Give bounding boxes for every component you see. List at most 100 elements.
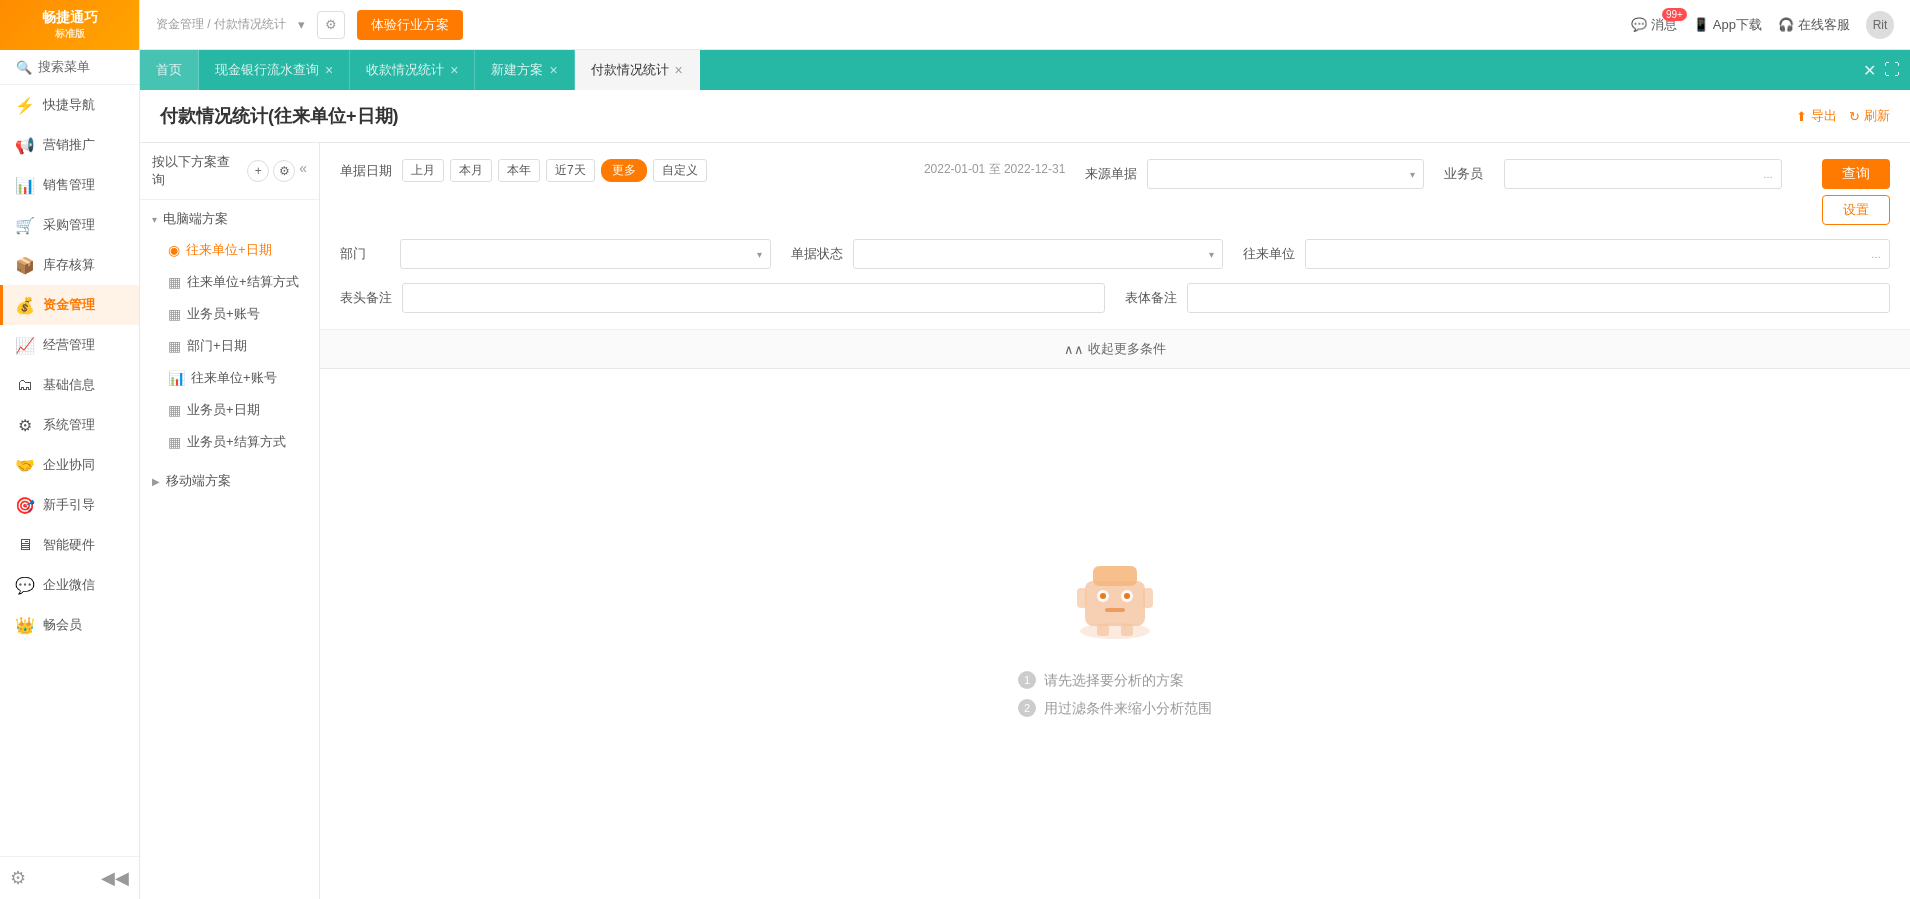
partner-arrow: … bbox=[1871, 249, 1881, 260]
sidebar-item-sales[interactable]: 📊 销售管理 bbox=[0, 165, 139, 205]
unit-date-icon: ◉ bbox=[168, 242, 180, 258]
scheme-item-staff-settlement[interactable]: ▦ 业务员+结算方式 bbox=[140, 426, 319, 458]
sidebar-item-guide[interactable]: 🎯 新手引导 bbox=[0, 485, 139, 525]
tab-close-new-scheme[interactable]: × bbox=[549, 62, 557, 78]
staff-account-label: 业务员+账号 bbox=[187, 305, 260, 323]
logo-text: 畅捷通巧 bbox=[42, 9, 98, 27]
refresh-btn[interactable]: ↻ 刷新 bbox=[1849, 107, 1890, 125]
collapse-filter-btn[interactable]: ∧∧ 收起更多条件 bbox=[1064, 340, 1166, 358]
sidebar-item-member[interactable]: 👑 畅会员 bbox=[0, 605, 139, 645]
tab-receipt-stats[interactable]: 收款情况统计 × bbox=[350, 50, 475, 90]
empty-icon bbox=[1055, 546, 1175, 646]
date-more-btn[interactable]: 更多 bbox=[601, 159, 647, 182]
refresh-label: 刷新 bbox=[1864, 107, 1890, 125]
header-note-field: 表头备注 bbox=[340, 283, 1105, 313]
scheme-item-staff-date[interactable]: ▦ 业务员+日期 bbox=[140, 394, 319, 426]
date-this-year-btn[interactable]: 本年 bbox=[498, 159, 540, 182]
scheme-panel-header: 按以下方案查询 + ⚙ « bbox=[140, 143, 319, 200]
sidebar-item-operation[interactable]: 📈 经营管理 bbox=[0, 325, 139, 365]
sidebar-search[interactable]: 🔍 搜索菜单 bbox=[0, 50, 139, 85]
scheme-item-unit-settlement[interactable]: ▦ 往来单位+结算方式 bbox=[140, 266, 319, 298]
notification-badge: 99+ bbox=[1662, 8, 1687, 21]
tab-close-payment[interactable]: × bbox=[675, 62, 683, 78]
scheme-item-staff-account[interactable]: ▦ 业务员+账号 bbox=[140, 298, 319, 330]
svg-rect-11 bbox=[1121, 624, 1133, 636]
dept-date-label: 部门+日期 bbox=[187, 337, 247, 355]
body-note-input[interactable] bbox=[1187, 283, 1890, 313]
tab-home[interactable]: 首页 bbox=[140, 50, 199, 90]
new-scheme-label: 新建方案 bbox=[491, 61, 543, 79]
date-7days-btn[interactable]: 近7天 bbox=[546, 159, 595, 182]
scheme-item-unit-account[interactable]: 📊 往来单位+账号 bbox=[140, 362, 319, 394]
date-last-month-btn[interactable]: 上月 bbox=[402, 159, 444, 182]
header-settings-btn[interactable]: ⚙ bbox=[317, 11, 345, 39]
sidebar-item-inventory[interactable]: 📦 库存核算 bbox=[0, 245, 139, 285]
scheme-item-unit-date[interactable]: ◉ 往来单位+日期 bbox=[140, 234, 319, 266]
empty-tip-2-text: 用过滤条件来缩小分析范围 bbox=[1044, 694, 1212, 722]
notification-area[interactable]: 💬 消息 99+ bbox=[1631, 16, 1677, 34]
online-service-area[interactable]: 🎧 在线客服 bbox=[1778, 16, 1850, 34]
inventory-icon: 📦 bbox=[15, 255, 35, 275]
header-dropdown-icon[interactable]: ▾ bbox=[298, 17, 305, 32]
export-btn[interactable]: ⬆ 导出 bbox=[1796, 107, 1837, 125]
tab-close-all-btn[interactable]: ✕ bbox=[1863, 61, 1876, 80]
collapse-sidebar-icon[interactable]: ◀◀ bbox=[101, 867, 129, 889]
desktop-group-header[interactable]: ▾ 电脑端方案 bbox=[140, 204, 319, 234]
export-icon: ⬆ bbox=[1796, 109, 1807, 124]
svg-rect-10 bbox=[1097, 624, 1109, 636]
logo-sub: 标准版 bbox=[42, 27, 98, 41]
date-field: 单据日期 上月 本月 本年 近7天 更多 自定义 bbox=[340, 159, 904, 182]
sidebar-item-basic[interactable]: 🗂 基础信息 bbox=[0, 365, 139, 405]
doc-status-field: 单据状态 ▾ bbox=[791, 239, 1222, 269]
tab-new-scheme[interactable]: 新建方案 × bbox=[475, 50, 574, 90]
sidebar-item-quick-nav[interactable]: ⚡ 快捷导航 bbox=[0, 85, 139, 125]
doc-status-select[interactable]: ▾ bbox=[853, 239, 1222, 269]
mobile-group-header[interactable]: ▶ 移动端方案 bbox=[140, 466, 319, 496]
sidebar-item-hardware[interactable]: 🖥 智能硬件 bbox=[0, 525, 139, 565]
svg-rect-7 bbox=[1105, 608, 1125, 612]
tab-close-bank-flow[interactable]: × bbox=[325, 62, 333, 78]
sidebar-item-enterprise[interactable]: 🤝 企业协同 bbox=[0, 445, 139, 485]
scheme-settings-btn[interactable]: ⚙ bbox=[273, 160, 295, 182]
sidebar-item-label: 销售管理 bbox=[43, 176, 95, 194]
filter-row-1: 单据日期 上月 本月 本年 近7天 更多 自定义 bbox=[340, 159, 1890, 225]
tab-bank-flow[interactable]: 现金银行流水查询 × bbox=[199, 50, 350, 90]
tab-close-receipt[interactable]: × bbox=[450, 62, 458, 78]
empty-state: 1 请先选择要分析的方案 2 用过滤条件来缩小分析范围 bbox=[320, 369, 1910, 899]
app-download-area[interactable]: 📱 App下载 bbox=[1693, 16, 1762, 34]
tab-payment-stats[interactable]: 付款情况统计 × bbox=[575, 50, 700, 90]
tab-expand-btn[interactable]: ⛶ bbox=[1884, 61, 1900, 79]
online-service-label: 在线客服 bbox=[1798, 16, 1850, 34]
date-content: 上月 本月 本年 近7天 更多 自定义 bbox=[402, 159, 904, 182]
sidebar-item-marketing[interactable]: 📢 营销推广 bbox=[0, 125, 139, 165]
user-avatar[interactable]: Rit bbox=[1866, 11, 1894, 39]
operation-icon: 📈 bbox=[15, 335, 35, 355]
collapse-scheme-btn[interactable]: « bbox=[299, 160, 307, 182]
dept-select[interactable]: ▾ bbox=[400, 239, 771, 269]
source-doc-select[interactable]: ▾ bbox=[1147, 159, 1423, 189]
trial-industry-btn[interactable]: 体验行业方案 bbox=[357, 10, 463, 40]
sidebar-item-label: 畅会员 bbox=[43, 616, 82, 634]
query-btn[interactable]: 查询 bbox=[1822, 159, 1890, 189]
date-this-month-btn[interactable]: 本月 bbox=[450, 159, 492, 182]
header-note-input[interactable] bbox=[402, 283, 1105, 313]
sidebar-item-finance[interactable]: 💰 资金管理 bbox=[0, 285, 139, 325]
filter-settings-btn[interactable]: 设置 bbox=[1822, 195, 1890, 225]
body-note-label: 表体备注 bbox=[1125, 289, 1177, 307]
empty-tip-1-text: 请先选择要分析的方案 bbox=[1044, 666, 1184, 694]
sidebar-item-wechat[interactable]: 💬 企业微信 bbox=[0, 565, 139, 605]
sidebar-item-purchase[interactable]: 🛒 采购管理 bbox=[0, 205, 139, 245]
gear-icon[interactable]: ⚙ bbox=[10, 867, 26, 889]
scheme-item-dept-date[interactable]: ▦ 部门+日期 bbox=[140, 330, 319, 362]
sidebar-item-system[interactable]: ⚙ 系统管理 bbox=[0, 405, 139, 445]
refresh-icon: ↻ bbox=[1849, 109, 1860, 124]
main-area: 资金管理 / 付款情况统计 ▾ ⚙ 体验行业方案 💬 消息 99+ 📱 App下… bbox=[140, 0, 1910, 899]
body-note-field: 表体备注 bbox=[1125, 283, 1890, 313]
unit-account-label: 往来单位+账号 bbox=[191, 369, 277, 387]
salesperson-select[interactable]: … bbox=[1504, 159, 1782, 189]
add-scheme-btn[interactable]: + bbox=[247, 160, 269, 182]
partner-select[interactable]: … bbox=[1305, 239, 1890, 269]
salesperson-arrow: … bbox=[1763, 169, 1773, 180]
empty-tips: 1 请先选择要分析的方案 2 用过滤条件来缩小分析范围 bbox=[1018, 666, 1212, 722]
date-custom-btn[interactable]: 自定义 bbox=[653, 159, 707, 182]
